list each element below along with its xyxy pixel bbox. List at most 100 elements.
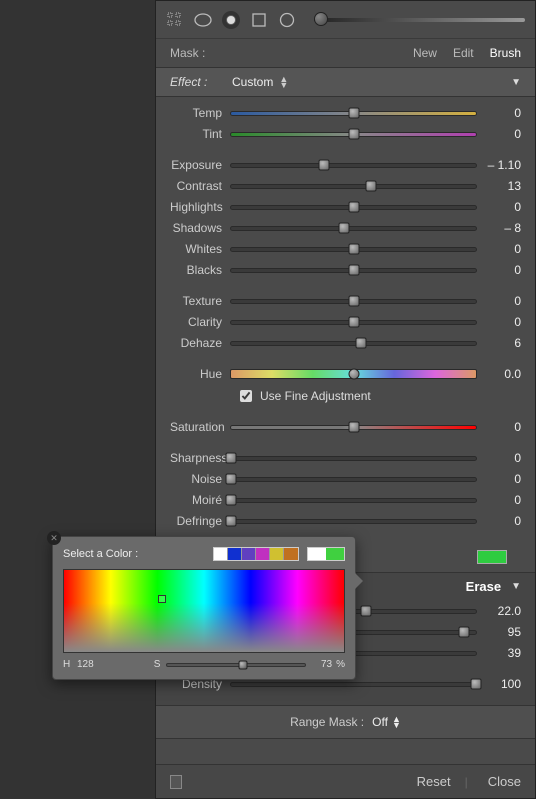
brush-section-title: Erase: [466, 579, 501, 594]
defringe-label: Defringe: [170, 514, 230, 528]
shadows-value[interactable]: – 8: [477, 221, 521, 235]
shadows-slider[interactable]: [230, 226, 477, 231]
exposure-slider[interactable]: [230, 163, 477, 168]
fine-adjustment-row: Use Fine Adjustment: [170, 385, 521, 407]
range-mask-dropdown[interactable]: Off ▲▼: [372, 715, 401, 729]
tool-radial-icon[interactable]: [222, 11, 240, 29]
mask-tool-toolbar: [156, 1, 535, 39]
dropdown-arrows-icon: ▲▼: [279, 76, 288, 88]
close-button[interactable]: Close: [488, 774, 521, 789]
color-picker-popover: ✕ Select a Color : H 128 S 73 %: [52, 536, 356, 680]
panel-footer: Reset | Close: [156, 764, 535, 798]
noise-slider[interactable]: [230, 477, 477, 482]
fine-adjustment-label: Use Fine Adjustment: [260, 389, 371, 403]
tool-edit-pins-icon[interactable]: [166, 11, 184, 29]
picker-swatch[interactable]: [284, 548, 298, 560]
effect-value: Custom: [232, 75, 273, 89]
dehaze-value[interactable]: 6: [477, 336, 521, 350]
dehaze-slider[interactable]: [230, 341, 477, 346]
effect-row: Effect : Custom ▲▼ ▼: [156, 67, 535, 97]
temp-slider[interactable]: [230, 111, 477, 116]
fine-adjustment-checkbox[interactable]: [240, 390, 252, 402]
defringe-value[interactable]: 0: [477, 514, 521, 528]
effect-disclosure-icon[interactable]: ▼: [511, 77, 521, 88]
picker-h-value[interactable]: 128: [77, 659, 94, 670]
flow-value[interactable]: 39: [477, 646, 521, 660]
clarity-value[interactable]: 0: [477, 315, 521, 329]
hue-slider[interactable]: [230, 369, 477, 379]
defringe-slider[interactable]: [230, 519, 477, 524]
mask-edit-link[interactable]: Edit: [453, 46, 474, 60]
panel-switch-icon[interactable]: [170, 775, 182, 789]
tint-slider[interactable]: [230, 132, 477, 137]
picker-pct-label: %: [336, 659, 345, 670]
moire-label: Moiré: [170, 493, 230, 507]
feather-value[interactable]: 95: [477, 625, 521, 639]
effect-label: Effect :: [170, 75, 226, 89]
hue-saturation-field[interactable]: [63, 569, 345, 653]
highlights-slider[interactable]: [230, 205, 477, 210]
clarity-label: Clarity: [170, 315, 230, 329]
toolbar-amount-slider[interactable]: [314, 18, 525, 22]
picker-swatch-row-alt: [307, 547, 345, 561]
texture-slider[interactable]: [230, 299, 477, 304]
exposure-value[interactable]: – 1.10: [477, 158, 521, 172]
close-icon[interactable]: ✕: [47, 531, 61, 545]
tool-oval-icon[interactable]: [194, 11, 212, 29]
picker-swatch[interactable]: [228, 548, 242, 560]
density-value[interactable]: 100: [477, 677, 521, 691]
clarity-slider[interactable]: [230, 320, 477, 325]
size-value[interactable]: 22.0: [477, 604, 521, 618]
range-mask-label: Range Mask :: [290, 715, 364, 729]
picker-swatch[interactable]: [270, 548, 284, 560]
color-swatch[interactable]: [477, 550, 507, 564]
hue-label: Hue: [170, 367, 230, 381]
texture-value[interactable]: 0: [477, 294, 521, 308]
picker-s-value[interactable]: 73: [312, 659, 332, 670]
blacks-slider[interactable]: [230, 268, 477, 273]
mask-new-link[interactable]: New: [413, 46, 437, 60]
mask-mode-row: Mask : New Edit Brush: [156, 39, 535, 67]
sharpness-label: Sharpness: [170, 451, 230, 465]
contrast-slider[interactable]: [230, 184, 477, 189]
saturation-value[interactable]: 0: [477, 420, 521, 434]
whites-value[interactable]: 0: [477, 242, 521, 256]
range-mask-value: Off: [372, 715, 388, 729]
picker-s-label: S: [154, 659, 161, 670]
mask-brush-link[interactable]: Brush: [490, 46, 521, 60]
moire-value[interactable]: 0: [477, 493, 521, 507]
picker-swatch[interactable]: [242, 548, 256, 560]
whites-label: Whites: [170, 242, 230, 256]
reset-button[interactable]: Reset: [417, 774, 451, 789]
hue-value[interactable]: 0.0: [477, 367, 521, 381]
highlights-label: Highlights: [170, 200, 230, 214]
picker-swatch[interactable]: [326, 548, 344, 560]
noise-value[interactable]: 0: [477, 472, 521, 486]
tool-circle-icon[interactable]: [278, 11, 296, 29]
temp-value[interactable]: 0: [477, 106, 521, 120]
effect-dropdown[interactable]: Custom ▲▼: [232, 75, 288, 89]
sharpness-value[interactable]: 0: [477, 451, 521, 465]
contrast-value[interactable]: 13: [477, 179, 521, 193]
moire-slider[interactable]: [230, 498, 477, 503]
blacks-label: Blacks: [170, 263, 230, 277]
picker-h-label: H: [63, 659, 73, 670]
mask-label: Mask :: [170, 46, 205, 60]
exposure-label: Exposure: [170, 158, 230, 172]
sharpness-slider[interactable]: [230, 456, 477, 461]
temp-label: Temp: [170, 106, 230, 120]
tint-value[interactable]: 0: [477, 127, 521, 141]
blacks-value[interactable]: 0: [477, 263, 521, 277]
highlights-value[interactable]: 0: [477, 200, 521, 214]
density-slider[interactable]: [230, 682, 477, 687]
tool-rect-icon[interactable]: [250, 11, 268, 29]
whites-slider[interactable]: [230, 247, 477, 252]
picker-marker[interactable]: [158, 595, 166, 603]
saturation-slider[interactable]: [230, 425, 477, 430]
brush-disclosure-icon[interactable]: ▼: [511, 581, 521, 592]
picker-swatch[interactable]: [308, 548, 326, 560]
picker-s-slider[interactable]: [166, 663, 306, 667]
contrast-label: Contrast: [170, 179, 230, 193]
picker-swatch[interactable]: [256, 548, 270, 560]
picker-swatch[interactable]: [214, 548, 228, 560]
